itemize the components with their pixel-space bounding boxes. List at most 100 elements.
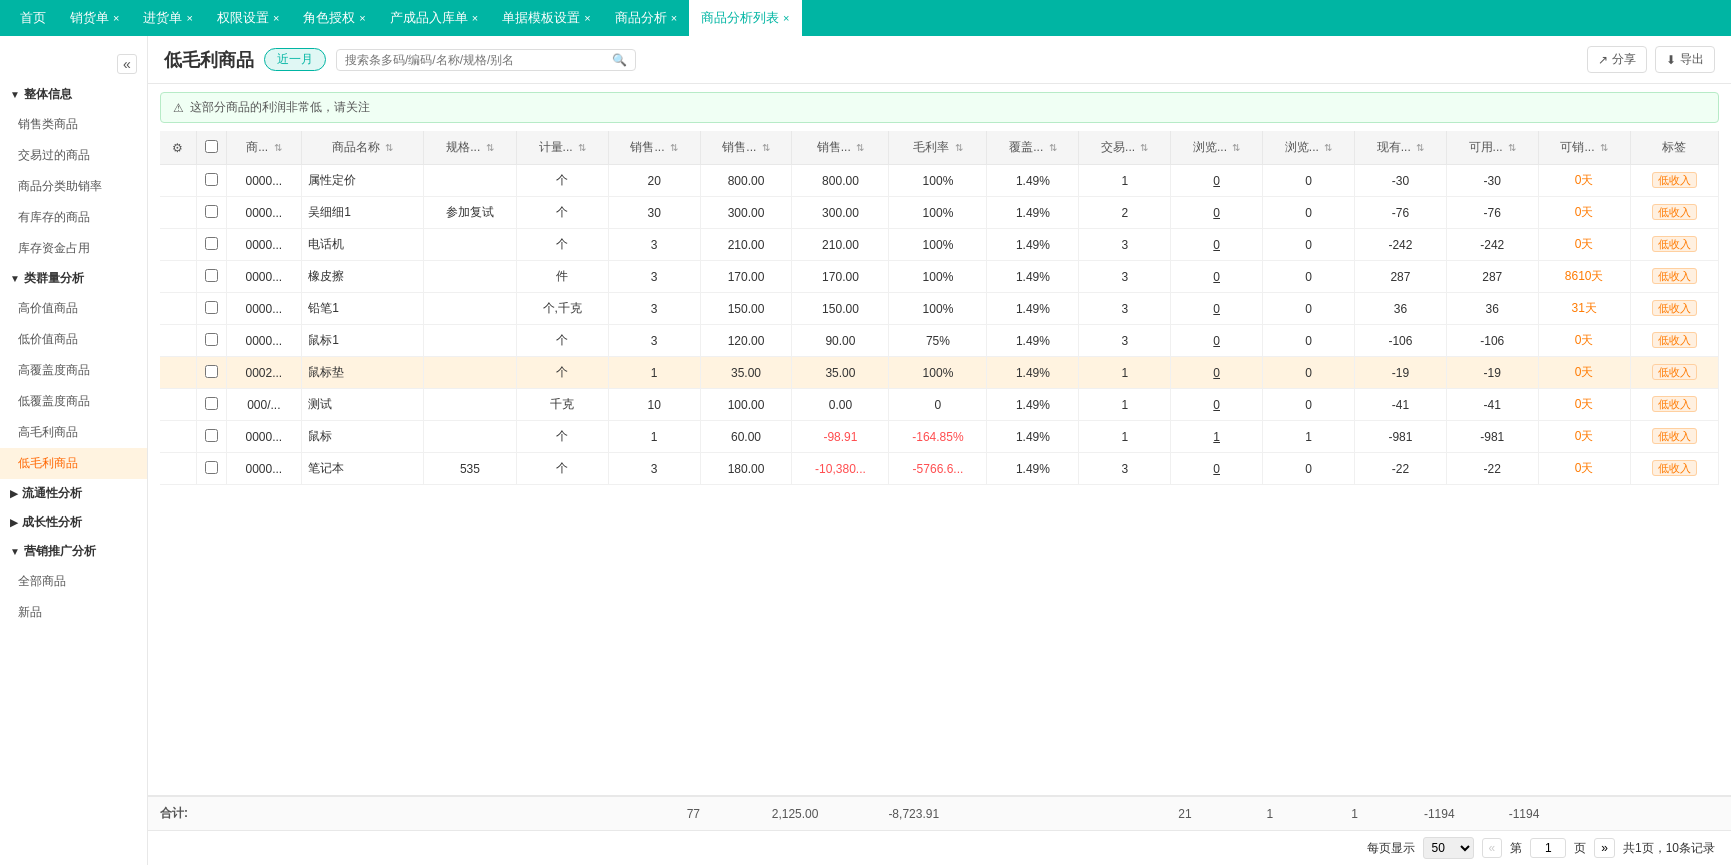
cell-sales-qty: 30 (608, 197, 700, 229)
cell-checkbox[interactable] (196, 389, 226, 421)
sidebar-group-circulation[interactable]: ▶ 流通性分析 (0, 479, 147, 508)
cell-views1[interactable]: 1 (1171, 421, 1263, 453)
cell-current-stock: -30 (1354, 165, 1446, 197)
sidebar-group-cluster[interactable]: ▼ 类群量分析 (0, 264, 147, 293)
nav-finished-goods[interactable]: 产成品入库单 × (378, 0, 490, 36)
cell-views1[interactable]: 0 (1171, 197, 1263, 229)
cell-checkbox[interactable] (196, 453, 226, 485)
column-saleable[interactable]: 可销... ⇅ (1538, 131, 1630, 165)
cell-views1[interactable]: 0 (1171, 453, 1263, 485)
chevron-right-icon: ▶ (10, 488, 18, 499)
column-sales-profit[interactable]: 销售... ⇅ (792, 131, 889, 165)
cell-checkbox[interactable] (196, 165, 226, 197)
sidebar-item-all-goods[interactable]: 全部商品 (0, 566, 147, 597)
column-checkbox[interactable] (196, 131, 226, 165)
totals-sales-price: 2,125.00 (736, 807, 855, 821)
sidebar-item-new-goods[interactable]: 新品 (0, 597, 147, 628)
close-icon[interactable]: × (472, 12, 478, 24)
close-icon[interactable]: × (783, 12, 789, 24)
column-gross-margin[interactable]: 毛利率 ⇅ (889, 131, 987, 165)
close-icon[interactable]: × (186, 12, 192, 24)
sidebar-item-traded-goods[interactable]: 交易过的商品 (0, 140, 147, 171)
sidebar-group-growth[interactable]: ▶ 成长性分析 (0, 508, 147, 537)
column-transactions[interactable]: 交易... ⇅ (1079, 131, 1171, 165)
cell-views1[interactable]: 0 (1171, 357, 1263, 389)
cell-sales-qty: 1 (608, 357, 700, 389)
cell-views1[interactable]: 0 (1171, 229, 1263, 261)
nav-role-auth[interactable]: 角色授权 × (291, 0, 377, 36)
close-icon[interactable]: × (671, 12, 677, 24)
column-settings[interactable]: ⚙ (160, 131, 196, 165)
nav-purchase-order[interactable]: 进货单 × (131, 0, 204, 36)
cell-sales-price: 180.00 (700, 453, 792, 485)
cell-sales-price: 60.00 (700, 421, 792, 453)
filter-recent-month-button[interactable]: 近一月 (264, 48, 326, 71)
sidebar-item-inventory-capital[interactable]: 库存资金占用 (0, 233, 147, 264)
nav-product-analysis-list[interactable]: 商品分析列表 × (689, 0, 801, 36)
nav-sales-order[interactable]: 销货单 × (58, 0, 131, 36)
sidebar-item-high-value[interactable]: 高价值商品 (0, 293, 147, 324)
column-sales-qty[interactable]: 销售... ⇅ (608, 131, 700, 165)
column-available[interactable]: 可用... ⇅ (1446, 131, 1538, 165)
sidebar-item-high-coverage[interactable]: 高覆盖度商品 (0, 355, 147, 386)
select-all-checkbox[interactable] (205, 140, 218, 153)
cell-name: 电话机 (302, 229, 424, 261)
column-views2[interactable]: 浏览... ⇅ (1263, 131, 1355, 165)
export-button[interactable]: ⬇ 导出 (1655, 46, 1715, 73)
sidebar-group-overall[interactable]: ▼ 整体信息 (0, 80, 147, 109)
cell-code: 0000... (226, 453, 302, 485)
cell-views1[interactable]: 0 (1171, 389, 1263, 421)
prev-page-button[interactable]: « (1482, 838, 1503, 858)
close-icon[interactable]: × (273, 12, 279, 24)
next-page-button[interactable]: » (1594, 838, 1615, 858)
close-icon[interactable]: × (113, 12, 119, 24)
nav-permission-settings[interactable]: 权限设置 × (205, 0, 291, 36)
close-icon[interactable]: × (584, 12, 590, 24)
nav-home[interactable]: 首页 (8, 0, 58, 36)
cell-checkbox[interactable] (196, 421, 226, 453)
per-page-select[interactable]: 50 100 200 (1423, 837, 1474, 859)
sidebar-item-category-sales-rate[interactable]: 商品分类助销率 (0, 171, 147, 202)
sidebar-group-marketing[interactable]: ▼ 营销推广分析 (0, 537, 147, 566)
cell-views1[interactable]: 0 (1171, 325, 1263, 357)
cell-available: 287 (1446, 261, 1538, 293)
cell-unit: 个,千克 (516, 293, 608, 325)
cell-checkbox[interactable] (196, 293, 226, 325)
cell-checkbox[interactable] (196, 325, 226, 357)
sidebar-item-low-margin[interactable]: 低毛利商品 (0, 448, 147, 479)
cell-tag: 低收入 (1630, 197, 1718, 229)
cell-sales-profit: 0.00 (792, 389, 889, 421)
cell-transactions: 3 (1079, 261, 1171, 293)
column-spec[interactable]: 规格... ⇅ (423, 131, 516, 165)
page-input[interactable] (1530, 838, 1566, 858)
cell-views1[interactable]: 0 (1171, 261, 1263, 293)
sidebar-item-in-stock-goods[interactable]: 有库存的商品 (0, 202, 147, 233)
cell-checkbox[interactable] (196, 261, 226, 293)
column-sales-price[interactable]: 销售... ⇅ (700, 131, 792, 165)
search-icon[interactable]: 🔍 (612, 53, 627, 67)
sidebar-item-high-margin[interactable]: 高毛利商品 (0, 417, 147, 448)
column-current-stock[interactable]: 现有... ⇅ (1354, 131, 1446, 165)
nav-product-analysis[interactable]: 商品分析 × (603, 0, 689, 36)
column-coverage[interactable]: 覆盖... ⇅ (987, 131, 1079, 165)
cell-sales-qty: 3 (608, 229, 700, 261)
share-button[interactable]: ↗ 分享 (1587, 46, 1647, 73)
column-code[interactable]: 商... ⇅ (226, 131, 302, 165)
sidebar-item-sales-goods[interactable]: 销售类商品 (0, 109, 147, 140)
cell-tag: 低收入 (1630, 453, 1718, 485)
column-unit[interactable]: 计量... ⇅ (516, 131, 608, 165)
cell-checkbox[interactable] (196, 229, 226, 261)
cell-views1[interactable]: 0 (1171, 293, 1263, 325)
sidebar-item-low-coverage[interactable]: 低覆盖度商品 (0, 386, 147, 417)
close-icon[interactable]: × (359, 12, 365, 24)
cell-sales-price: 800.00 (700, 165, 792, 197)
cell-checkbox[interactable] (196, 197, 226, 229)
sidebar-collapse-button[interactable]: « (117, 54, 137, 74)
sidebar-item-low-value[interactable]: 低价值商品 (0, 324, 147, 355)
search-input[interactable] (345, 53, 612, 67)
column-name[interactable]: 商品名称 ⇅ (302, 131, 424, 165)
nav-template-settings[interactable]: 单据模板设置 × (490, 0, 602, 36)
cell-checkbox[interactable] (196, 357, 226, 389)
cell-views1[interactable]: 0 (1171, 165, 1263, 197)
column-views1[interactable]: 浏览... ⇅ (1171, 131, 1263, 165)
